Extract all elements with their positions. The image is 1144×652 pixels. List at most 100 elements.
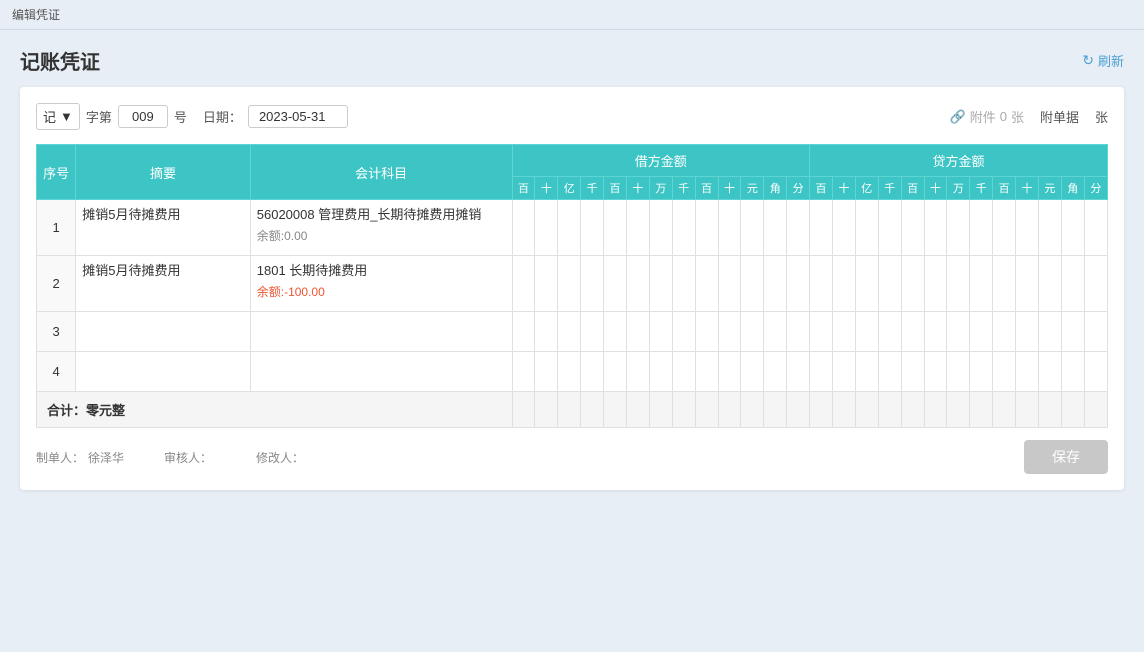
row-0-credit-7[interactable] xyxy=(970,200,993,256)
row-3-debit-6[interactable] xyxy=(649,352,672,392)
row-0-credit-12[interactable] xyxy=(1084,200,1107,256)
row-2-debit-2[interactable] xyxy=(558,312,581,352)
row-1-debit-4[interactable] xyxy=(604,256,627,312)
row-2-debit-1[interactable] xyxy=(535,312,558,352)
row-0-debit-7[interactable] xyxy=(672,200,695,256)
row-2-account[interactable] xyxy=(250,312,512,352)
row-0-credit-2[interactable] xyxy=(855,200,878,256)
row-2-debit-7[interactable] xyxy=(672,312,695,352)
row-3-credit-11[interactable] xyxy=(1061,352,1084,392)
row-1-credit-5[interactable] xyxy=(924,256,947,312)
row-0-debit-6[interactable] xyxy=(649,200,672,256)
row-0-debit-2[interactable] xyxy=(558,200,581,256)
row-1-credit-10[interactable] xyxy=(1038,256,1061,312)
row-2-credit-10[interactable] xyxy=(1038,312,1061,352)
row-2-credit-8[interactable] xyxy=(993,312,1016,352)
row-1-debit-9[interactable] xyxy=(718,256,741,312)
row-2-credit-7[interactable] xyxy=(970,312,993,352)
row-1-credit-4[interactable] xyxy=(901,256,924,312)
row-0-credit-10[interactable] xyxy=(1038,200,1061,256)
row-3-credit-7[interactable] xyxy=(970,352,993,392)
row-1-credit-9[interactable] xyxy=(1016,256,1039,312)
save-button[interactable]: 保存 xyxy=(1024,440,1108,474)
row-3-debit-9[interactable] xyxy=(718,352,741,392)
row-0-debit-8[interactable] xyxy=(695,200,718,256)
row-1-credit-8[interactable] xyxy=(993,256,1016,312)
row-0-credit-1[interactable] xyxy=(832,200,855,256)
row-3-debit-10[interactable] xyxy=(741,352,764,392)
row-3-debit-1[interactable] xyxy=(535,352,558,392)
row-2-debit-4[interactable] xyxy=(604,312,627,352)
row-1-debit-0[interactable] xyxy=(512,256,535,312)
row-3-credit-12[interactable] xyxy=(1084,352,1107,392)
row-1-debit-1[interactable] xyxy=(535,256,558,312)
row-0-credit-8[interactable] xyxy=(993,200,1016,256)
row-3-summary[interactable] xyxy=(76,352,251,392)
row-3-credit-9[interactable] xyxy=(1016,352,1039,392)
row-3-credit-2[interactable] xyxy=(855,352,878,392)
row-3-credit-4[interactable] xyxy=(901,352,924,392)
row-0-credit-3[interactable] xyxy=(878,200,901,256)
row-0-debit-5[interactable] xyxy=(626,200,649,256)
row-2-credit-1[interactable] xyxy=(832,312,855,352)
row-1-debit-8[interactable] xyxy=(695,256,718,312)
row-0-debit-3[interactable] xyxy=(581,200,604,256)
row-0-debit-12[interactable] xyxy=(787,200,810,256)
row-2-debit-9[interactable] xyxy=(718,312,741,352)
row-3-credit-3[interactable] xyxy=(878,352,901,392)
row-2-debit-8[interactable] xyxy=(695,312,718,352)
row-3-credit-0[interactable] xyxy=(810,352,833,392)
row-3-debit-0[interactable] xyxy=(512,352,535,392)
row-2-debit-0[interactable] xyxy=(512,312,535,352)
row-1-debit-10[interactable] xyxy=(741,256,764,312)
row-2-credit-0[interactable] xyxy=(810,312,833,352)
row-3-credit-6[interactable] xyxy=(947,352,970,392)
row-3-debit-8[interactable] xyxy=(695,352,718,392)
voucher-type-select[interactable]: 记 ▼ xyxy=(36,103,80,130)
row-1-credit-3[interactable] xyxy=(878,256,901,312)
row-1-debit-11[interactable] xyxy=(764,256,787,312)
row-1-debit-7[interactable] xyxy=(672,256,695,312)
row-2-debit-3[interactable] xyxy=(581,312,604,352)
row-1-credit-11[interactable] xyxy=(1061,256,1084,312)
row-3-debit-2[interactable] xyxy=(558,352,581,392)
row-1-credit-12[interactable] xyxy=(1084,256,1107,312)
row-1-debit-5[interactable] xyxy=(626,256,649,312)
row-3-account[interactable] xyxy=(250,352,512,392)
row-0-debit-4[interactable] xyxy=(604,200,627,256)
row-2-debit-12[interactable] xyxy=(787,312,810,352)
row-1-summary[interactable]: 摊销5月待摊费用 xyxy=(76,256,251,312)
row-2-credit-5[interactable] xyxy=(924,312,947,352)
row-0-credit-9[interactable] xyxy=(1016,200,1039,256)
row-0-debit-0[interactable] xyxy=(512,200,535,256)
row-3-credit-8[interactable] xyxy=(993,352,1016,392)
row-2-credit-6[interactable] xyxy=(947,312,970,352)
row-2-credit-3[interactable] xyxy=(878,312,901,352)
row-0-summary[interactable]: 摊销5月待摊费用 xyxy=(76,200,251,256)
row-2-debit-11[interactable] xyxy=(764,312,787,352)
row-0-account[interactable]: 56020008 管理费用_长期待摊费用摊销余额:0.00 xyxy=(250,200,512,256)
row-3-credit-5[interactable] xyxy=(924,352,947,392)
row-2-credit-9[interactable] xyxy=(1016,312,1039,352)
row-1-credit-1[interactable] xyxy=(832,256,855,312)
row-0-credit-0[interactable] xyxy=(810,200,833,256)
row-2-debit-6[interactable] xyxy=(649,312,672,352)
attachment-link[interactable]: 🔗 附件 0 张 xyxy=(950,107,1024,126)
row-0-credit-4[interactable] xyxy=(901,200,924,256)
row-2-debit-5[interactable] xyxy=(626,312,649,352)
row-1-debit-6[interactable] xyxy=(649,256,672,312)
row-2-summary[interactable] xyxy=(76,312,251,352)
row-1-debit-12[interactable] xyxy=(787,256,810,312)
row-0-debit-9[interactable] xyxy=(718,200,741,256)
row-1-debit-2[interactable] xyxy=(558,256,581,312)
row-3-debit-12[interactable] xyxy=(787,352,810,392)
row-1-credit-0[interactable] xyxy=(810,256,833,312)
row-3-debit-5[interactable] xyxy=(626,352,649,392)
row-0-credit-5[interactable] xyxy=(924,200,947,256)
refresh-button[interactable]: ↻ 刷新 xyxy=(1082,51,1124,70)
row-1-credit-2[interactable] xyxy=(855,256,878,312)
row-0-credit-11[interactable] xyxy=(1061,200,1084,256)
row-1-debit-3[interactable] xyxy=(581,256,604,312)
row-3-debit-7[interactable] xyxy=(672,352,695,392)
voucher-number-field[interactable]: 009 xyxy=(118,105,168,128)
